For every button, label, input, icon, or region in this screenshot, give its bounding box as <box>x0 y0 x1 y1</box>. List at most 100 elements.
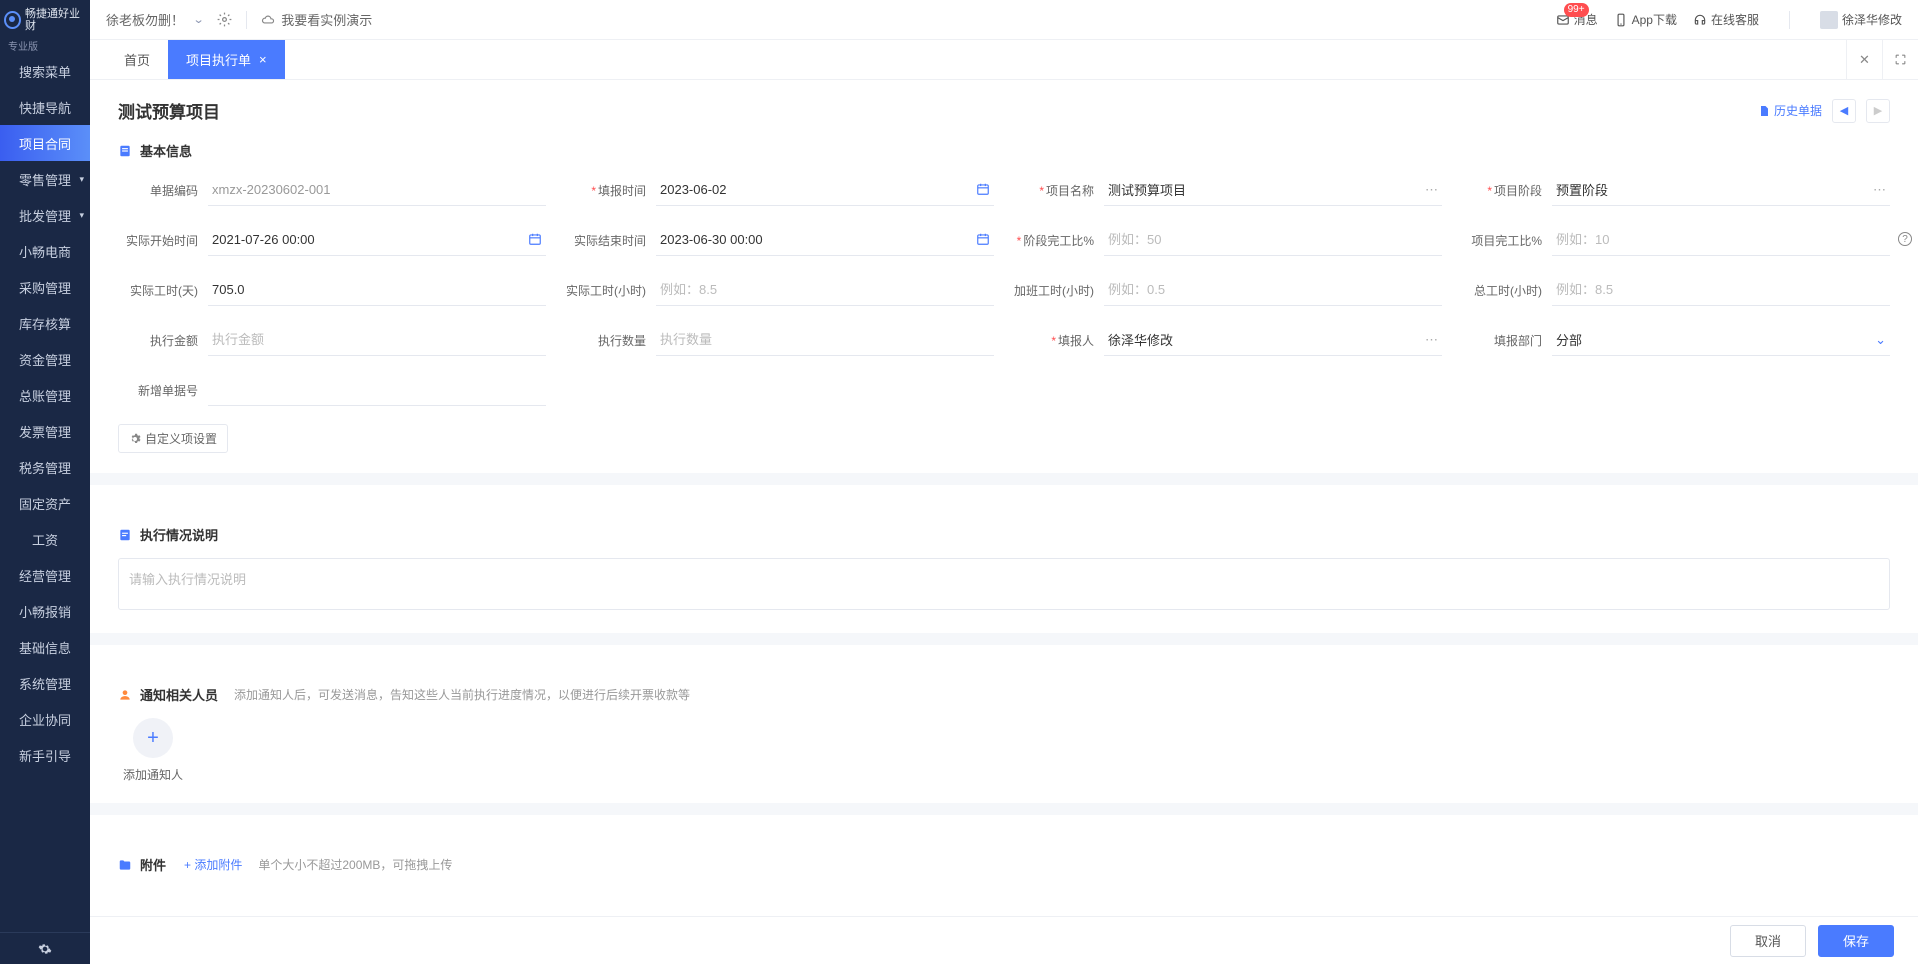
project-pct-input[interactable] <box>1552 224 1890 256</box>
sidebar-settings[interactable] <box>0 932 90 964</box>
messages-button[interactable]: 99+ 消息 <box>1556 11 1598 28</box>
gear-icon <box>129 433 141 445</box>
reporter-input[interactable] <box>1104 324 1442 356</box>
sidebar-item-label: 新手引导 <box>19 746 71 765</box>
custom-fields-label: 自定义项设置 <box>145 430 217 447</box>
separator <box>1789 11 1790 29</box>
online-service-label: 在线客服 <box>1711 11 1759 28</box>
sidebar-item[interactable]: 资金管理 <box>0 341 90 377</box>
tab[interactable]: 项目执行单× <box>168 40 285 79</box>
save-button[interactable]: 保存 <box>1818 925 1894 957</box>
sidebar-item[interactable]: 搜索菜单 <box>0 53 90 89</box>
sidebar-item[interactable]: 固定资产 <box>0 485 90 521</box>
sidebar-item[interactable]: 税务管理 <box>0 449 90 485</box>
sidebar-item[interactable]: 库存核算 <box>0 305 90 341</box>
calendar-icon[interactable] <box>976 232 990 246</box>
sidebar-item[interactable]: 批发管理▾ <box>0 197 90 233</box>
add-notify-label: 添加通知人 <box>123 766 183 783</box>
gear-icon <box>38 942 52 956</box>
actual-start-input[interactable] <box>208 224 546 256</box>
sidebar-item[interactable]: 发票管理 <box>0 413 90 449</box>
calendar-icon[interactable] <box>528 232 542 246</box>
top-actions: 99+ 消息 App下载 在线客服 徐泽华修改 <box>1556 11 1902 29</box>
close-panel-button[interactable]: ✕ <box>1846 40 1882 80</box>
settings-icon[interactable] <box>217 12 232 27</box>
sidebar-item[interactable]: 系统管理 <box>0 665 90 701</box>
sidebar-item[interactable]: 新手引导 <box>0 737 90 773</box>
help-icon[interactable]: ? <box>1898 232 1912 246</box>
section-basic: 基本信息 单据编码 *填报时间 <box>90 141 1918 473</box>
exec-amount-input[interactable] <box>208 324 546 356</box>
online-service-button[interactable]: 在线客服 <box>1693 11 1759 28</box>
section-attach: 附件 + 添加附件 单个大小不超过200MB，可拖拽上传 <box>90 855 1918 908</box>
more-icon[interactable]: ⋯ <box>1873 182 1886 198</box>
sidebar-item-label: 快捷导航 <box>19 98 71 117</box>
fill-date-input[interactable] <box>656 174 994 206</box>
stage-pct-label: 阶段完工比% <box>1023 234 1094 248</box>
custom-fields-button[interactable]: 自定义项设置 <box>118 424 228 453</box>
sidebar-item[interactable]: 工资 <box>0 521 90 557</box>
sidebar-item[interactable]: 快捷导航 <box>0 89 90 125</box>
project-stage-input[interactable] <box>1552 174 1890 206</box>
sidebar-item[interactable]: 零售管理▾ <box>0 161 90 197</box>
stage-pct-input[interactable] <box>1104 224 1442 256</box>
tab-label: 首页 <box>124 50 150 69</box>
content-area: 测试预算项目 历史单据 ◀ ▶ 基本信息 <box>90 80 1918 964</box>
folder-icon <box>118 858 132 872</box>
user-menu[interactable]: 徐泽华修改 <box>1820 11 1902 29</box>
next-doc-button[interactable]: ▶ <box>1866 99 1890 123</box>
add-notify-button[interactable]: + <box>133 718 173 758</box>
more-icon[interactable]: ⋯ <box>1425 332 1438 348</box>
section-notify-hint: 添加通知人后，可发送消息，告知这些人当前执行进度情况，以便进行后续开票收款等 <box>234 686 690 703</box>
sidebar-item-label: 搜索菜单 <box>19 62 71 81</box>
sidebar-item[interactable]: 企业协同 <box>0 701 90 737</box>
sidebar-item[interactable]: 小畅电商 <box>0 233 90 269</box>
cancel-button[interactable]: 取消 <box>1730 925 1806 957</box>
messages-badge: 99+ <box>1564 3 1589 17</box>
history-link[interactable]: 历史单据 <box>1758 102 1822 119</box>
project-stage-label: 项目阶段 <box>1494 184 1542 198</box>
new-doc-no-input[interactable] <box>208 374 546 406</box>
project-name-input[interactable] <box>1104 174 1442 206</box>
add-attachment-link[interactable]: + 添加附件 <box>184 856 242 873</box>
sidebar-item[interactable]: 采购管理 <box>0 269 90 305</box>
document-icon <box>1758 105 1770 117</box>
chevron-down-icon: ⌄ <box>193 13 205 26</box>
sidebar-item-label: 基础信息 <box>19 638 71 657</box>
doc-no-label: 单据编码 <box>118 182 208 199</box>
sidebar-item[interactable]: 经营管理 <box>0 557 90 593</box>
chevron-down-icon[interactable]: ⌄ <box>1875 332 1886 348</box>
section-notify-title: 通知相关人员 <box>140 685 218 704</box>
sidebar-item-label: 系统管理 <box>19 674 71 693</box>
sidebar-item-label: 企业协同 <box>19 710 71 729</box>
sidebar-item[interactable]: 小畅报销 <box>0 593 90 629</box>
total-hours-input[interactable] <box>1552 274 1890 306</box>
fullscreen-button[interactable] <box>1882 40 1918 80</box>
tab[interactable]: 首页 <box>106 40 168 79</box>
actual-end-input[interactable] <box>656 224 994 256</box>
calendar-icon[interactable] <box>976 182 990 196</box>
doc-no-input <box>208 174 546 206</box>
actual-days-label: 实际工时(天) <box>118 282 208 299</box>
section-basic-title: 基本信息 <box>140 141 192 160</box>
sidebar-item[interactable]: 总账管理 <box>0 377 90 413</box>
exec-qty-input[interactable] <box>656 324 994 356</box>
sidebar-item-label: 采购管理 <box>19 278 71 297</box>
sidebar-item[interactable]: 基础信息 <box>0 629 90 665</box>
actual-days-input[interactable] <box>208 274 546 306</box>
app-download-button[interactable]: App下载 <box>1614 11 1677 28</box>
close-icon[interactable]: × <box>259 52 267 67</box>
demo-link[interactable]: 我要看实例演示 <box>261 10 372 29</box>
chevron-down-icon: ▾ <box>79 174 84 185</box>
more-icon[interactable]: ⋯ <box>1425 182 1438 198</box>
actual-hours-input[interactable] <box>656 274 994 306</box>
company-selector[interactable]: 徐老板勿删！ ⌄ <box>106 10 203 29</box>
total-hours-label: 总工时(小时) <box>1462 282 1552 299</box>
report-dept-input[interactable] <box>1552 324 1890 356</box>
sidebar: 畅捷通好业财 专业版 搜索菜单快捷导航项目合同零售管理▾批发管理▾小畅电商采购管… <box>0 0 90 964</box>
sidebar-item[interactable]: 项目合同 <box>0 125 90 161</box>
prev-doc-button[interactable]: ◀ <box>1832 99 1856 123</box>
overtime-hours-input[interactable] <box>1104 274 1442 306</box>
exec-desc-textarea[interactable] <box>118 558 1890 610</box>
page-header: 测试预算项目 历史单据 ◀ ▶ <box>90 80 1918 141</box>
